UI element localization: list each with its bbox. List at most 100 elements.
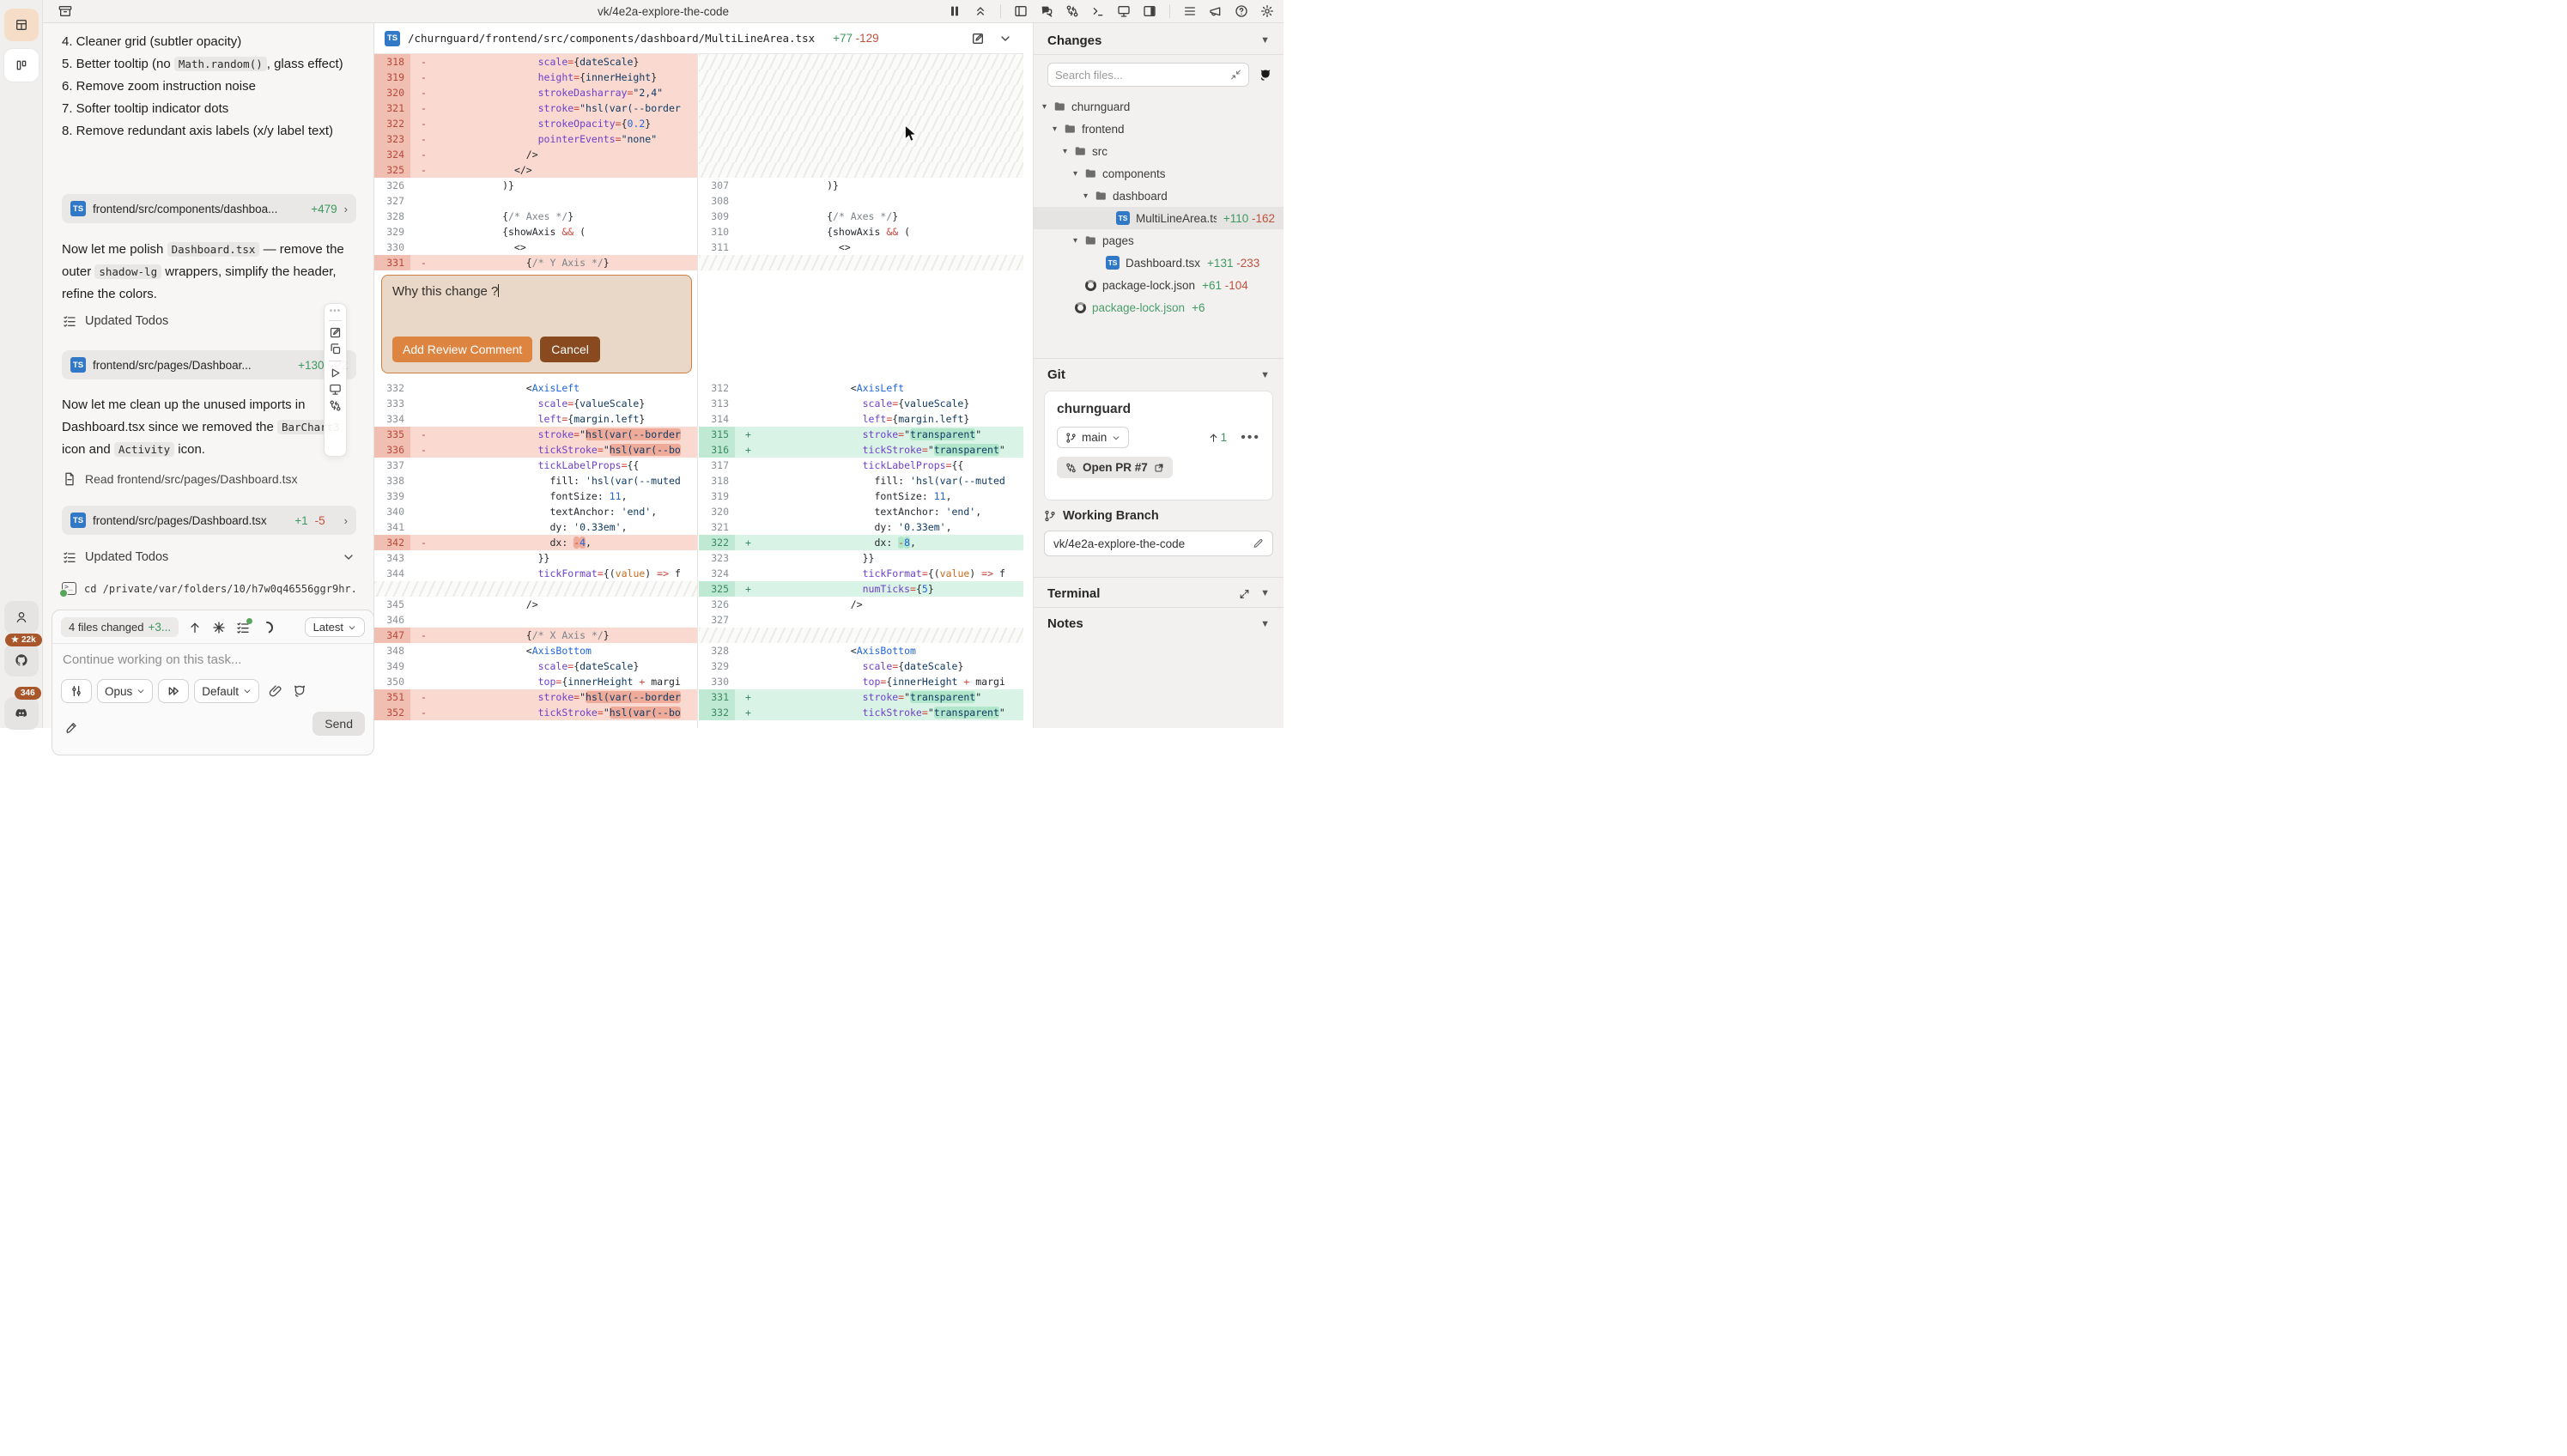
file-chip-multilinearea[interactable]: TS frontend/src/components/dashboa... +4…	[62, 194, 356, 223]
comment-input[interactable]: Why this change ?	[392, 284, 681, 299]
tree-item-churnguard[interactable]: ▾churnguard	[1034, 95, 1284, 118]
workspace-tab[interactable]	[4, 49, 39, 82]
file-name: components	[1102, 167, 1166, 180]
play-icon[interactable]	[329, 367, 342, 379]
pause-icon[interactable]	[947, 3, 962, 19]
tree-item-components[interactable]: ▾ components	[1034, 162, 1284, 185]
diff-line: 345 />	[374, 597, 697, 612]
fast-forward-button[interactable]	[158, 679, 189, 703]
tree-item-dashboard-tsx[interactable]: TSDashboard.tsx+131 -233	[1034, 252, 1284, 274]
monitor-icon[interactable]	[329, 383, 342, 396]
drag-handle-icon[interactable]: •••	[330, 308, 342, 315]
tree-item-src[interactable]: ▾src	[1034, 140, 1284, 162]
file-search[interactable]	[1047, 63, 1249, 87]
folder-icon	[1064, 123, 1076, 135]
todo-list-icon[interactable]	[235, 620, 251, 635]
chevrons-up-icon[interactable]	[973, 3, 988, 19]
settings-icon[interactable]	[1259, 3, 1275, 19]
monitor-icon[interactable]	[1116, 3, 1132, 19]
menu-icon[interactable]	[1182, 3, 1198, 19]
settings-sliders-button[interactable]	[61, 679, 92, 703]
commits-ahead[interactable]: 1	[1208, 431, 1228, 444]
updated-todos-row[interactable]: Updated Todos	[62, 549, 356, 565]
deletions-count: -129	[856, 32, 879, 45]
message-input[interactable]: Continue working on this task...	[52, 644, 373, 672]
changes-section-header[interactable]: Changes ▼	[1034, 28, 1284, 52]
more-actions-icon[interactable]: •••	[1241, 430, 1260, 446]
account-button[interactable]	[4, 601, 39, 634]
branch-dropdown[interactable]: main	[1057, 427, 1129, 448]
terminal-command-row[interactable]: cd /private/var/folders/10/h7w0q46556ggr…	[62, 582, 356, 595]
file-chip-dashboard-edit[interactable]: TS frontend/src/pages/Dashboar... +130 -…	[62, 350, 356, 379]
copy-icon[interactable]	[329, 343, 342, 355]
send-button[interactable]: Send	[313, 712, 365, 736]
diff-line	[699, 255, 1023, 270]
additions-count: +6	[1192, 301, 1205, 314]
tree-item-multilinearea-tsx[interactable]: TSMultiLineArea.tsx+110 -162	[1034, 207, 1284, 229]
terminal-section-header[interactable]: Terminal ▼	[1034, 577, 1284, 603]
diff-line: 330 top={innerHeight + margi	[699, 674, 1023, 689]
folder-icon	[1074, 145, 1086, 157]
chevron-down-icon[interactable]	[998, 31, 1013, 46]
open-pr-button[interactable]: Open PR #7	[1057, 457, 1173, 478]
pencil-icon[interactable]	[1253, 538, 1264, 549]
terminal-icon[interactable]	[1090, 3, 1106, 19]
updated-todos-row[interactable]: Updated Todos	[62, 313, 356, 329]
collapse-icon[interactable]	[1230, 70, 1241, 81]
latest-dropdown[interactable]: Latest	[305, 617, 365, 637]
square-pen-icon[interactable]	[329, 326, 342, 339]
tree-item-package-lock-json[interactable]: package-lock.json+6	[1034, 296, 1284, 318]
github-icon	[14, 652, 29, 668]
caret-down-icon: ▾	[1053, 124, 1064, 134]
cancel-button[interactable]: Cancel	[540, 337, 600, 362]
expand-icon[interactable]	[1239, 588, 1250, 599]
additions-count: +130	[298, 359, 324, 372]
attach-icon[interactable]	[268, 683, 283, 699]
add-review-comment-button[interactable]: Add Review Comment	[392, 337, 532, 362]
notes-section-header[interactable]: Notes ▼	[1034, 607, 1284, 633]
diff-line: 320 textAnchor: 'end',	[699, 504, 1023, 519]
megaphone-icon[interactable]	[1208, 3, 1223, 19]
panel-left-icon[interactable]	[1013, 3, 1029, 19]
diff-line	[699, 628, 1023, 643]
additions-count: +61	[1202, 279, 1222, 292]
spark-icon[interactable]	[211, 620, 227, 635]
git-compare-icon[interactable]	[329, 399, 342, 412]
diff-edit-icon[interactable]	[970, 31, 986, 46]
help-icon[interactable]	[1234, 3, 1249, 19]
tree-item-dashboard[interactable]: ▾dashboard	[1034, 185, 1284, 207]
diff-line: 331- {/* Y Axis */}	[374, 255, 697, 270]
file-name: frontend	[1082, 123, 1125, 136]
files-changed-pill[interactable]: 4 files changed +3...	[61, 617, 179, 637]
highlighter-icon[interactable]	[64, 720, 80, 736]
checklist-icon	[62, 549, 77, 565]
ts-file-icon: TS	[70, 201, 86, 216]
mode-dropdown[interactable]: Default	[194, 679, 259, 703]
tree-item-frontend[interactable]: ▾ frontend	[1034, 118, 1284, 140]
github-cat-icon[interactable]	[1258, 67, 1273, 82]
git-compare-icon[interactable]	[1065, 3, 1080, 19]
tree-item-package-lock-json[interactable]: package-lock.json+61 -104	[1034, 274, 1284, 296]
github-cat-icon[interactable]	[292, 683, 307, 699]
arrow-up-icon[interactable]	[187, 620, 203, 635]
working-branch-input[interactable]: vk/4e2a-explore-the-code	[1044, 531, 1273, 556]
search-input[interactable]	[1055, 69, 1225, 82]
diff-line	[699, 131, 1023, 147]
workspace-active-tab[interactable]	[4, 9, 39, 41]
git-section-header[interactable]: Git ▼	[1034, 358, 1284, 384]
model-dropdown[interactable]: Opus	[97, 679, 153, 703]
archive-icon[interactable]	[58, 3, 73, 19]
discord-icon	[14, 706, 29, 721]
file-chip-dashboard-small-edit[interactable]: TS frontend/src/pages/Dashboard.tsx +1 -…	[62, 506, 356, 535]
read-file-row[interactable]: Read frontend/src/pages/Dashboard.tsx	[62, 471, 356, 487]
messages-icon[interactable]	[1039, 3, 1054, 19]
discord-link[interactable]	[4, 697, 39, 730]
tree-item-pages[interactable]: ▾pages	[1034, 229, 1284, 252]
panel-right-icon[interactable]	[1142, 3, 1157, 19]
diff-line: 337 tickLabelProps={{	[374, 458, 697, 473]
list-item: 8. Remove redundant axis labels (x/y lab…	[62, 120, 356, 143]
github-link[interactable]	[4, 644, 39, 676]
chevron-down-icon[interactable]	[341, 549, 356, 565]
caret-down-icon: ▾	[1073, 169, 1084, 179]
github-stars-badge: ★22k	[5, 634, 42, 646]
